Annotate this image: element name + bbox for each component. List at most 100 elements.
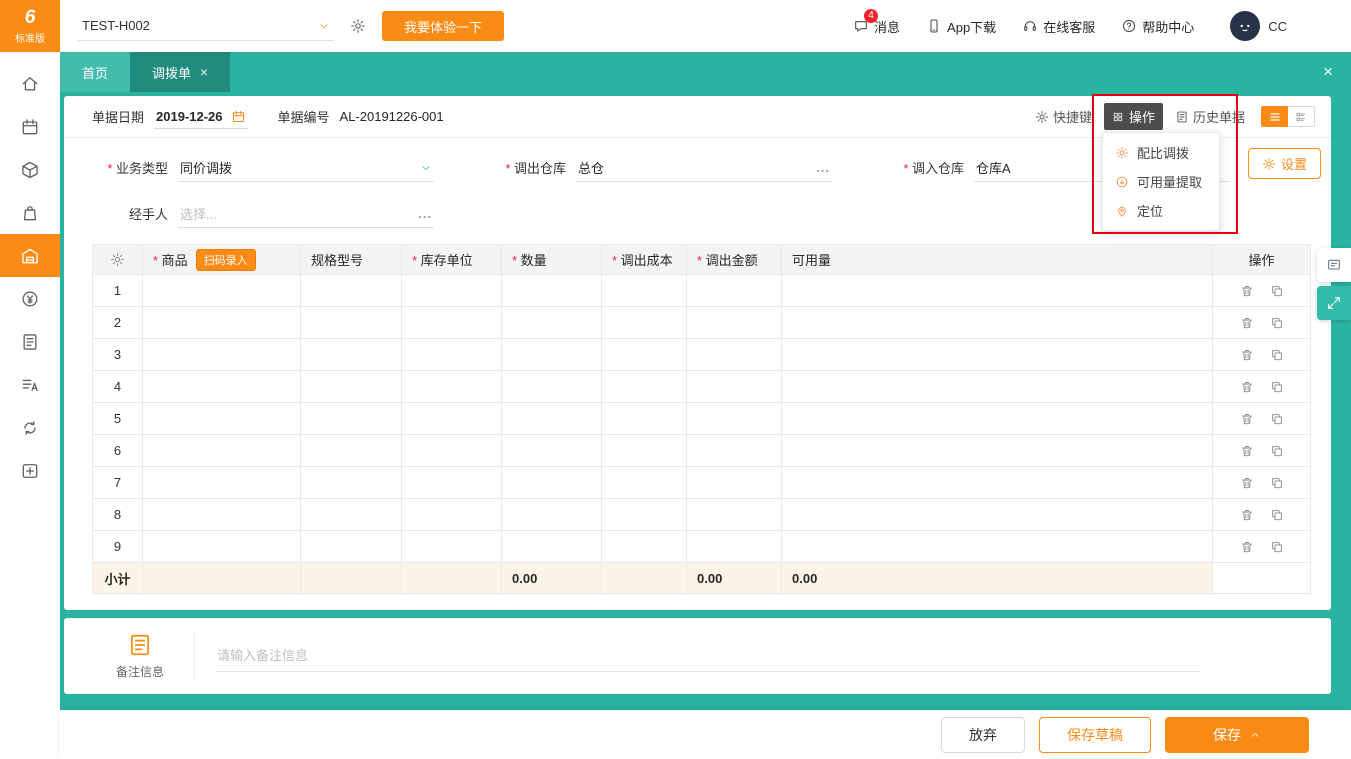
table-cell[interactable] [782,339,1213,371]
copy-row-icon[interactable] [1270,540,1284,554]
sidebar-item-calendar[interactable] [0,105,60,148]
table-cell[interactable] [402,435,502,467]
business-type-select[interactable]: 同价调拨 [178,154,434,182]
table-cell[interactable] [502,467,602,499]
copy-row-icon[interactable] [1270,508,1284,522]
table-column-settings[interactable] [93,245,143,275]
table-cell[interactable] [301,275,402,307]
table-cell[interactable] [402,307,502,339]
delete-row-icon[interactable] [1240,380,1254,394]
sidebar-item-orders[interactable] [0,320,60,363]
save-button[interactable]: 保存 [1165,716,1309,753]
table-cell[interactable] [502,499,602,531]
table-cell[interactable] [687,275,782,307]
table-cell[interactable] [687,339,782,371]
table-cell[interactable] [301,467,402,499]
trial-button[interactable]: 我要体验一下 [382,11,505,41]
messages-button[interactable]: 4 消息 [853,9,900,36]
delete-row-icon[interactable] [1240,540,1254,554]
table-cell[interactable] [402,531,502,563]
table-cell[interactable] [687,499,782,531]
copy-row-icon[interactable] [1270,476,1284,490]
table-cell[interactable] [782,307,1213,339]
handler-select[interactable]: 选择... ... [178,200,434,228]
table-cell[interactable] [502,403,602,435]
settings-button[interactable]: 设置 [1247,148,1321,179]
table-cell[interactable] [602,339,687,371]
list-view-toggle[interactable] [1261,106,1288,127]
delete-row-icon[interactable] [1240,508,1254,522]
table-cell[interactable] [687,403,782,435]
tab-transfer-order[interactable]: 调拨单 × [130,52,231,92]
menu-item-locate[interactable]: 定位 [1103,196,1219,225]
table-cell[interactable] [301,371,402,403]
table-cell[interactable] [782,403,1213,435]
table-cell[interactable] [143,499,301,531]
copy-row-icon[interactable] [1270,348,1284,362]
delete-row-icon[interactable] [1240,316,1254,330]
copy-row-icon[interactable] [1270,284,1284,298]
table-cell[interactable] [782,371,1213,403]
detail-view-toggle[interactable] [1288,106,1315,127]
help-center-button[interactable]: 帮助中心 [1121,17,1194,36]
menu-item-extract-available[interactable]: 可用量提取 [1103,167,1219,196]
copy-row-icon[interactable] [1270,316,1284,330]
table-cell[interactable] [687,307,782,339]
table-cell[interactable] [782,275,1213,307]
more-icon[interactable]: ... [418,207,432,220]
table-cell[interactable] [402,467,502,499]
table-cell[interactable] [602,371,687,403]
table-cell[interactable] [143,531,301,563]
table-cell[interactable] [143,403,301,435]
table-cell[interactable] [301,307,402,339]
table-cell[interactable] [782,499,1213,531]
table-cell[interactable] [602,467,687,499]
table-cell[interactable] [782,467,1213,499]
table-cell[interactable] [143,467,301,499]
table-cell[interactable] [502,307,602,339]
table-cell[interactable] [402,499,502,531]
copy-row-icon[interactable] [1270,412,1284,426]
table-cell[interactable] [502,435,602,467]
table-cell[interactable] [402,403,502,435]
delete-row-icon[interactable] [1240,412,1254,426]
sidebar-item-inventory[interactable] [0,234,60,277]
float-expand-button[interactable] [1317,286,1351,320]
copy-row-icon[interactable] [1270,444,1284,458]
table-cell[interactable] [687,467,782,499]
table-cell[interactable] [782,531,1213,563]
table-cell[interactable] [143,339,301,371]
sidebar-item-new[interactable] [0,449,60,492]
actions-button[interactable]: 操作 配比调拨 可用量提取 定位 [1091,94,1238,234]
table-cell[interactable] [402,371,502,403]
delete-row-icon[interactable] [1240,444,1254,458]
close-tab-icon[interactable]: × [200,65,208,79]
delete-row-icon[interactable] [1240,284,1254,298]
source-warehouse-select[interactable]: 总仓 ... [576,154,832,182]
table-cell[interactable] [782,435,1213,467]
online-service-button[interactable]: 在线客服 [1022,17,1095,36]
table-cell[interactable] [502,339,602,371]
float-notes-button[interactable] [1317,248,1351,282]
table-cell[interactable] [301,531,402,563]
table-cell[interactable] [143,435,301,467]
company-select[interactable]: TEST-H002 [78,11,334,41]
table-cell[interactable] [143,275,301,307]
save-draft-button[interactable]: 保存草稿 [1039,716,1151,753]
table-cell[interactable] [602,307,687,339]
table-cell[interactable] [301,339,402,371]
settings-gear-icon[interactable] [350,18,366,34]
table-cell[interactable] [602,275,687,307]
table-cell[interactable] [301,499,402,531]
user-menu[interactable]: CC [1230,11,1287,41]
table-cell[interactable] [301,435,402,467]
table-cell[interactable] [602,403,687,435]
delete-row-icon[interactable] [1240,348,1254,362]
history-button[interactable]: 历史单据 [1175,107,1245,126]
copy-row-icon[interactable] [1270,380,1284,394]
app-download-button[interactable]: App下载 [926,17,996,36]
table-cell[interactable] [502,531,602,563]
discard-button[interactable]: 放弃 [941,716,1025,753]
more-icon[interactable]: ... [816,161,830,174]
table-cell[interactable] [402,275,502,307]
